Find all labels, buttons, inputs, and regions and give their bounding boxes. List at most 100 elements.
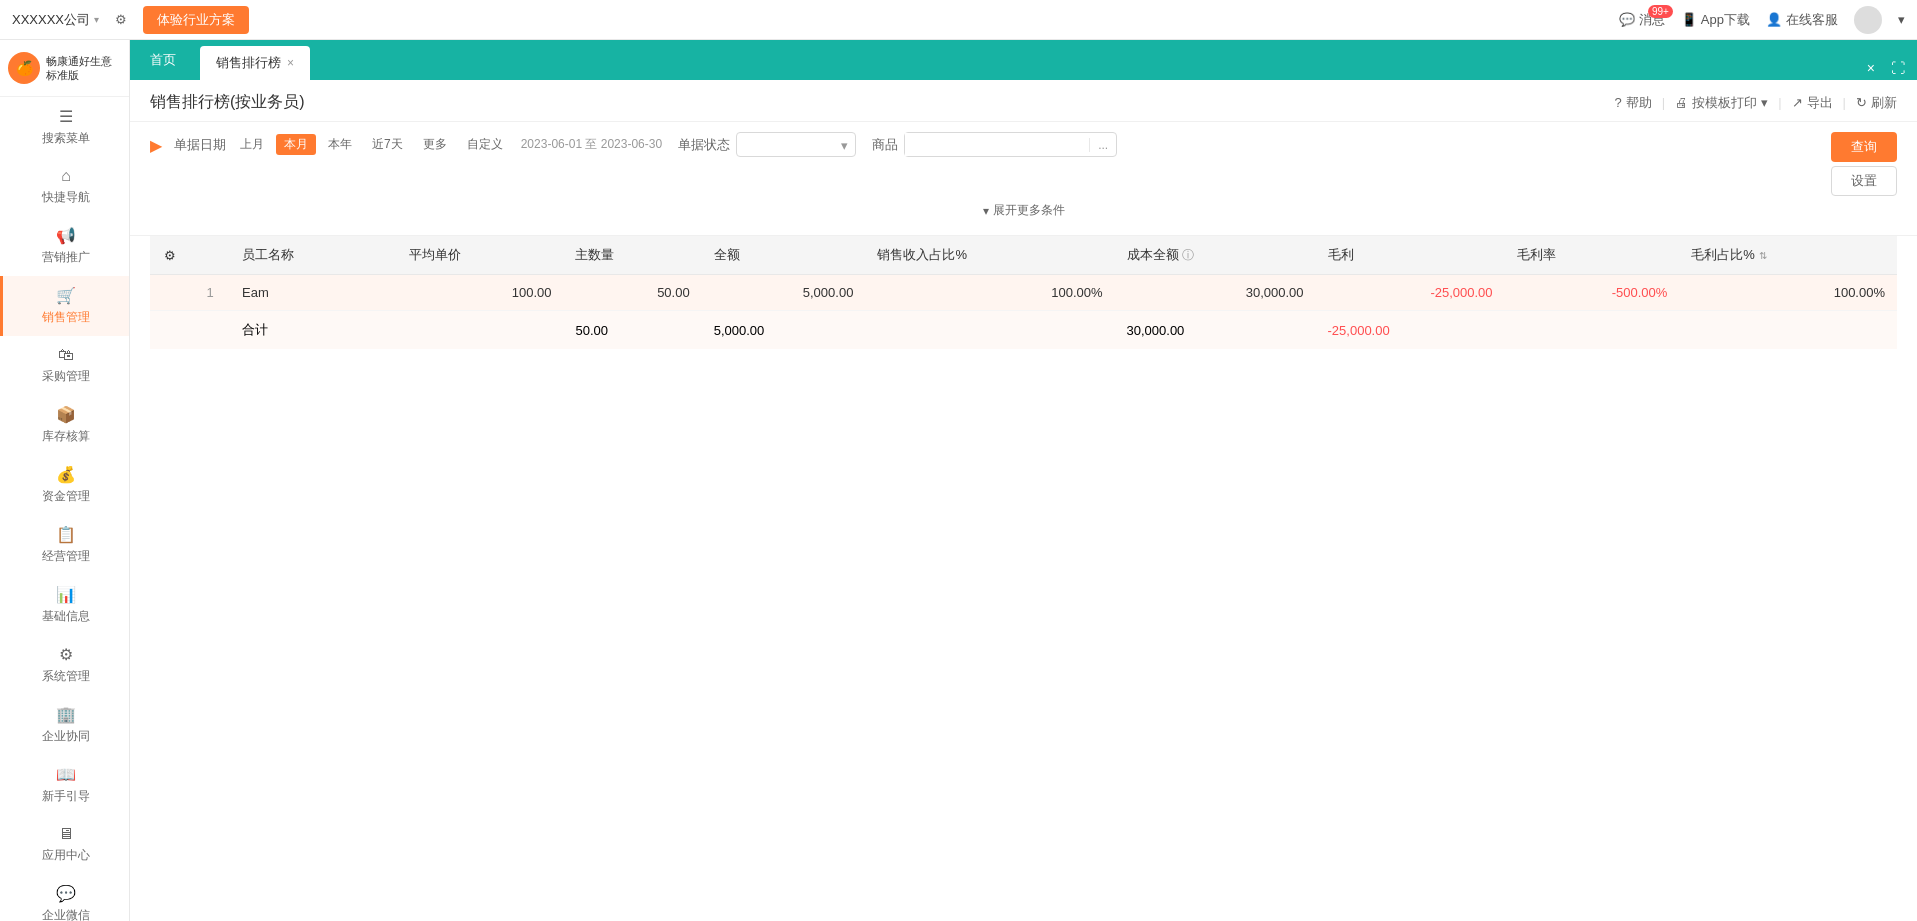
query-button[interactable]: 查询 xyxy=(1831,132,1897,162)
purchase-icon: 🛍 xyxy=(58,346,74,364)
company-name: XXXXXX公司 xyxy=(12,11,90,29)
sidebar-item-operations[interactable]: 📋 经营管理 xyxy=(0,515,129,575)
page-content: 销售排行榜(按业务员) ? 帮助 | 🖨 按模板打印 ▾ | ↗ xyxy=(130,80,1917,921)
filter-row-1: 单据日期 上月 本月 本年 近7天 更多 自定义 2023-06-01 至 20… xyxy=(174,132,1819,157)
sidebar-item-label: 企业协同 xyxy=(42,728,90,745)
main-layout: 🍊 畅康通好生意 标准版 ☰ 搜索菜单 ⌂ 快捷导航 📢 营销推广 🛒 销售管理… xyxy=(0,40,1917,921)
sidebar-item-label: 营销推广 xyxy=(42,249,90,266)
tab-home[interactable]: 首页 xyxy=(130,40,196,80)
sidebar-item-label: 搜索菜单 xyxy=(42,130,90,147)
status-select[interactable] xyxy=(736,132,856,157)
tab-minimize-icon[interactable]: × xyxy=(1863,56,1879,80)
top-right-area: 💬 消息 99+ 📱 App下载 👤 在线客服 ▾ xyxy=(1619,6,1905,34)
date-range: 2023-06-01 至 2023-06-30 xyxy=(521,136,662,153)
company-selector[interactable]: XXXXXX公司 ▾ xyxy=(12,11,99,29)
footer-qty: 50.00 xyxy=(563,311,701,350)
sidebar-item-label: 经营管理 xyxy=(42,548,90,565)
export-btn[interactable]: ↗ 导出 xyxy=(1792,94,1833,112)
sidebar-item-sales[interactable]: 🛒 销售管理 xyxy=(0,276,129,336)
refresh-icon: ↻ xyxy=(1856,95,1867,110)
expand-label: 展开更多条件 xyxy=(993,202,1065,219)
filter-area: ▶ 单据日期 上月 本月 本年 近7天 更多 xyxy=(130,122,1917,236)
footer-cost: 30,000.00 xyxy=(1115,311,1316,350)
goods-input-more[interactable]: ... xyxy=(1089,138,1116,152)
sidebar-item-basic[interactable]: 📊 基础信息 xyxy=(0,575,129,635)
appstore-icon: 🖥 xyxy=(58,825,74,843)
user-chevron-icon: ▾ xyxy=(1898,12,1905,27)
gross-pct-sort-icon[interactable]: ⇅ xyxy=(1759,250,1767,261)
user-menu[interactable]: ▾ xyxy=(1898,12,1905,27)
date-tab-last7days[interactable]: 近7天 xyxy=(364,134,411,155)
date-tab-this-month[interactable]: 本月 xyxy=(276,134,316,155)
row-name: Eam xyxy=(230,275,397,311)
sidebar-item-appstore[interactable]: 🖥 应用中心 xyxy=(0,815,129,874)
row-sales-pct: 100.00% xyxy=(865,275,1114,311)
date-tab-custom[interactable]: 自定义 xyxy=(459,134,511,155)
sidebar-item-system[interactable]: ⚙ 系统管理 xyxy=(0,635,129,695)
template-print-btn[interactable]: 🖨 按模板打印 ▾ xyxy=(1675,94,1768,112)
status-select-wrap[interactable] xyxy=(736,132,856,157)
sidebar-logo: 🍊 畅康通好生意 标准版 xyxy=(0,40,129,97)
date-label: 单据日期 xyxy=(174,136,226,154)
tab-expand-icon[interactable]: ⛶ xyxy=(1887,56,1909,80)
date-tab-prev-month[interactable]: 上月 xyxy=(232,134,272,155)
col-amount: 全额 xyxy=(702,236,866,275)
expand-more-btn[interactable]: ▾ 展开更多条件 xyxy=(983,202,1065,219)
online-service-btn[interactable]: 👤 在线客服 xyxy=(1766,11,1838,29)
sidebar-item-label: 新手引导 xyxy=(42,788,90,805)
message-btn[interactable]: 💬 消息 99+ xyxy=(1619,11,1665,29)
sidebar-item-label: 销售管理 xyxy=(42,309,90,326)
date-tab-more[interactable]: 更多 xyxy=(415,134,455,155)
cost-help-icon[interactable]: ⓘ xyxy=(1182,248,1194,262)
operations-icon: 📋 xyxy=(56,525,76,544)
basic-icon: 📊 xyxy=(56,585,76,604)
col-gross-pct: 毛利占比% ⇅ xyxy=(1679,236,1897,275)
goods-label: 商品 xyxy=(872,136,898,154)
col-setting[interactable]: ⚙ xyxy=(150,236,190,275)
sidebar-item-label: 资金管理 xyxy=(42,488,90,505)
avatar[interactable] xyxy=(1854,6,1882,34)
sidebar-item-marketing[interactable]: 📢 营销推广 xyxy=(0,216,129,276)
sidebar-item-quick-nav[interactable]: ⌂ 快捷导航 xyxy=(0,157,129,216)
settings-icon[interactable]: ⚙ xyxy=(107,6,135,34)
page-header: 销售排行榜(按业务员) ? 帮助 | 🖨 按模板打印 ▾ | ↗ xyxy=(130,80,1917,122)
goods-input[interactable] xyxy=(905,133,1089,156)
row-rank: 1 xyxy=(190,275,230,311)
data-table: ⚙ 员工名称 平均单价 主数量 全额 销售收入占比% 成本全额 ⓘ xyxy=(150,236,1897,349)
page-actions: ? 帮助 | 🖨 按模板打印 ▾ | ↗ 导出 | xyxy=(1615,94,1897,112)
filter-collapse-arrow[interactable]: ▶ xyxy=(150,136,162,155)
table-header-row: ⚙ 员工名称 平均单价 主数量 全额 销售收入占比% 成本全额 ⓘ xyxy=(150,236,1897,275)
tab-bar: 首页 销售排行榜 × × ⛶ xyxy=(130,40,1917,80)
sidebar-item-finance[interactable]: 💰 资金管理 xyxy=(0,455,129,515)
finance-icon: 💰 xyxy=(56,465,76,484)
export-icon: ↗ xyxy=(1792,95,1803,110)
message-badge: 99+ xyxy=(1648,5,1673,18)
row-cost: 30,000.00 xyxy=(1115,275,1316,311)
sidebar-item-search-order[interactable]: ☰ 搜索菜单 xyxy=(0,97,129,157)
divider: | xyxy=(1662,95,1665,110)
table-area: ⚙ 员工名称 平均单价 主数量 全额 销售收入占比% 成本全额 ⓘ xyxy=(130,236,1917,921)
sidebar-item-inventory[interactable]: 📦 库存核算 xyxy=(0,395,129,455)
sidebar-item-guide[interactable]: 📖 新手引导 xyxy=(0,755,129,815)
sidebar-item-wechat[interactable]: 💬 企业微信 xyxy=(0,874,129,921)
logo-icon: 🍊 xyxy=(8,52,40,84)
guide-icon: 📖 xyxy=(56,765,76,784)
date-tabs: 上月 本月 本年 近7天 更多 自定义 xyxy=(232,134,511,155)
system-icon: ⚙ xyxy=(59,645,73,664)
col-qty: 主数量 xyxy=(563,236,701,275)
sidebar-item-enterprise[interactable]: 🏢 企业协同 xyxy=(0,695,129,755)
date-tab-this-year[interactable]: 本年 xyxy=(320,134,360,155)
refresh-btn[interactable]: ↻ 刷新 xyxy=(1856,94,1897,112)
sidebar-item-purchase[interactable]: 🛍 采购管理 xyxy=(0,336,129,395)
sidebar-item-label: 采购管理 xyxy=(42,368,90,385)
help-icon: ? xyxy=(1615,95,1622,110)
goods-input-wrap: ... xyxy=(904,132,1117,157)
tab-close-icon[interactable]: × xyxy=(287,56,294,70)
trial-button[interactable]: 体验行业方案 xyxy=(143,6,249,34)
footer-amount: 5,000.00 xyxy=(702,311,866,350)
settings-button[interactable]: 设置 xyxy=(1831,166,1897,196)
app-download-btn[interactable]: 📱 App下载 xyxy=(1681,11,1750,29)
sidebar-item-label: 企业微信 xyxy=(42,907,90,921)
tab-sales-ranking[interactable]: 销售排行榜 × xyxy=(200,46,310,80)
help-btn[interactable]: ? 帮助 xyxy=(1615,94,1652,112)
